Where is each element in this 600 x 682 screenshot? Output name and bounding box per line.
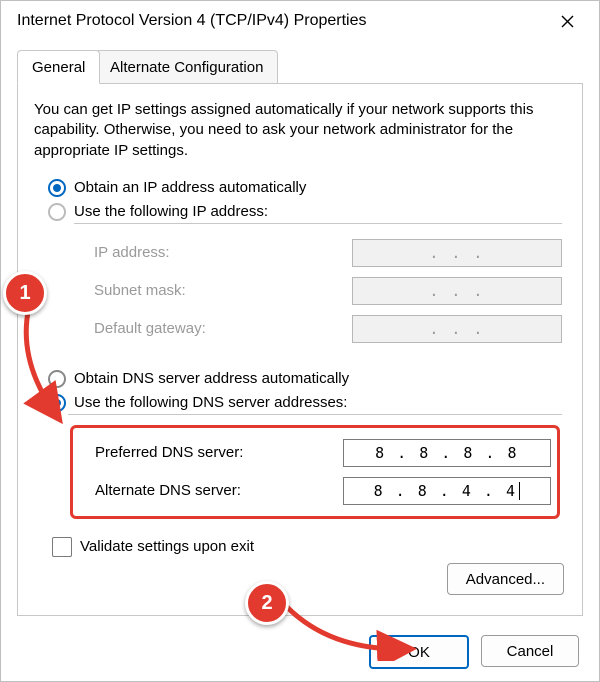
- titlebar: Internet Protocol Version 4 (TCP/IPv4) P…: [1, 1, 599, 41]
- radio-obtain-dns-auto[interactable]: Obtain DNS server address automatically: [48, 370, 566, 388]
- ok-button[interactable]: OK: [369, 635, 469, 669]
- tab-label: Alternate Configuration: [110, 59, 263, 76]
- radio-label: Use the following IP address:: [74, 203, 268, 220]
- checkbox-icon: [52, 537, 72, 557]
- radio-label: Obtain an IP address automatically: [74, 179, 306, 196]
- field-label: Alternate DNS server:: [95, 482, 343, 499]
- preferred-dns-input[interactable]: 8 . 8 . 8 . 8: [343, 439, 551, 467]
- default-gateway-input: . . .: [352, 315, 562, 343]
- close-icon: [561, 15, 574, 28]
- tab-content-general: You can get IP settings assigned automat…: [17, 84, 583, 616]
- text-cursor: [519, 482, 520, 500]
- field-alternate-dns: Alternate DNS server: 8 . 8 . 4 . 4: [95, 474, 551, 508]
- radio-label: Use the following DNS server addresses:: [74, 394, 347, 411]
- window-title: Internet Protocol Version 4 (TCP/IPv4) P…: [17, 12, 545, 30]
- annotation-badge-1: 1: [3, 271, 47, 315]
- tabstrip: General Alternate Configuration: [17, 49, 583, 84]
- radio-icon: [48, 394, 66, 412]
- radio-icon: [48, 203, 66, 221]
- tab-general[interactable]: General: [17, 50, 100, 84]
- button-label: Cancel: [507, 643, 554, 660]
- annotation-highlight-box: Preferred DNS server: 8 . 8 . 8 . 8 Alte…: [70, 425, 560, 519]
- ip-fields-group: IP address: . . . Subnet mask: . . . Def…: [74, 223, 562, 346]
- radio-obtain-ip-auto[interactable]: Obtain an IP address automatically: [48, 179, 566, 197]
- ipv4-properties-dialog: Internet Protocol Version 4 (TCP/IPv4) P…: [0, 0, 600, 682]
- button-label: OK: [408, 644, 430, 661]
- radio-icon: [48, 370, 66, 388]
- checkbox-validate-settings[interactable]: Validate settings upon exit: [52, 537, 566, 557]
- alternate-dns-input[interactable]: 8 . 8 . 4 . 4: [343, 477, 551, 505]
- cancel-button[interactable]: Cancel: [481, 635, 579, 667]
- close-button[interactable]: [545, 5, 589, 37]
- advanced-button[interactable]: Advanced...: [447, 563, 564, 595]
- dialog-footer: OK Cancel: [369, 635, 579, 669]
- field-subnet-mask: Subnet mask: . . .: [94, 274, 562, 308]
- radio-use-following-ip[interactable]: Use the following IP address:: [48, 203, 566, 221]
- field-preferred-dns: Preferred DNS server: 8 . 8 . 8 . 8: [95, 436, 551, 470]
- tab-label: General: [32, 59, 85, 76]
- radio-label: Obtain DNS server address automatically: [74, 370, 349, 387]
- radio-icon: [48, 179, 66, 197]
- field-default-gateway: Default gateway: . . .: [94, 312, 562, 346]
- radio-use-following-dns[interactable]: Use the following DNS server addresses:: [48, 394, 566, 412]
- field-label: IP address:: [94, 244, 352, 261]
- checkbox-label: Validate settings upon exit: [80, 538, 254, 555]
- ip-address-input: . . .: [352, 239, 562, 267]
- field-ip-address: IP address: . . .: [94, 236, 562, 270]
- intro-text: You can get IP settings assigned automat…: [34, 100, 566, 161]
- field-label: Preferred DNS server:: [95, 444, 343, 461]
- dns-fields-group: Preferred DNS server: 8 . 8 . 8 . 8 Alte…: [68, 414, 562, 519]
- field-label: Default gateway:: [94, 320, 352, 337]
- subnet-mask-input: . . .: [352, 277, 562, 305]
- field-label: Subnet mask:: [94, 282, 352, 299]
- annotation-badge-2: 2: [245, 581, 289, 625]
- tab-alternate-configuration[interactable]: Alternate Configuration: [95, 50, 278, 84]
- button-label: Advanced...: [466, 571, 545, 588]
